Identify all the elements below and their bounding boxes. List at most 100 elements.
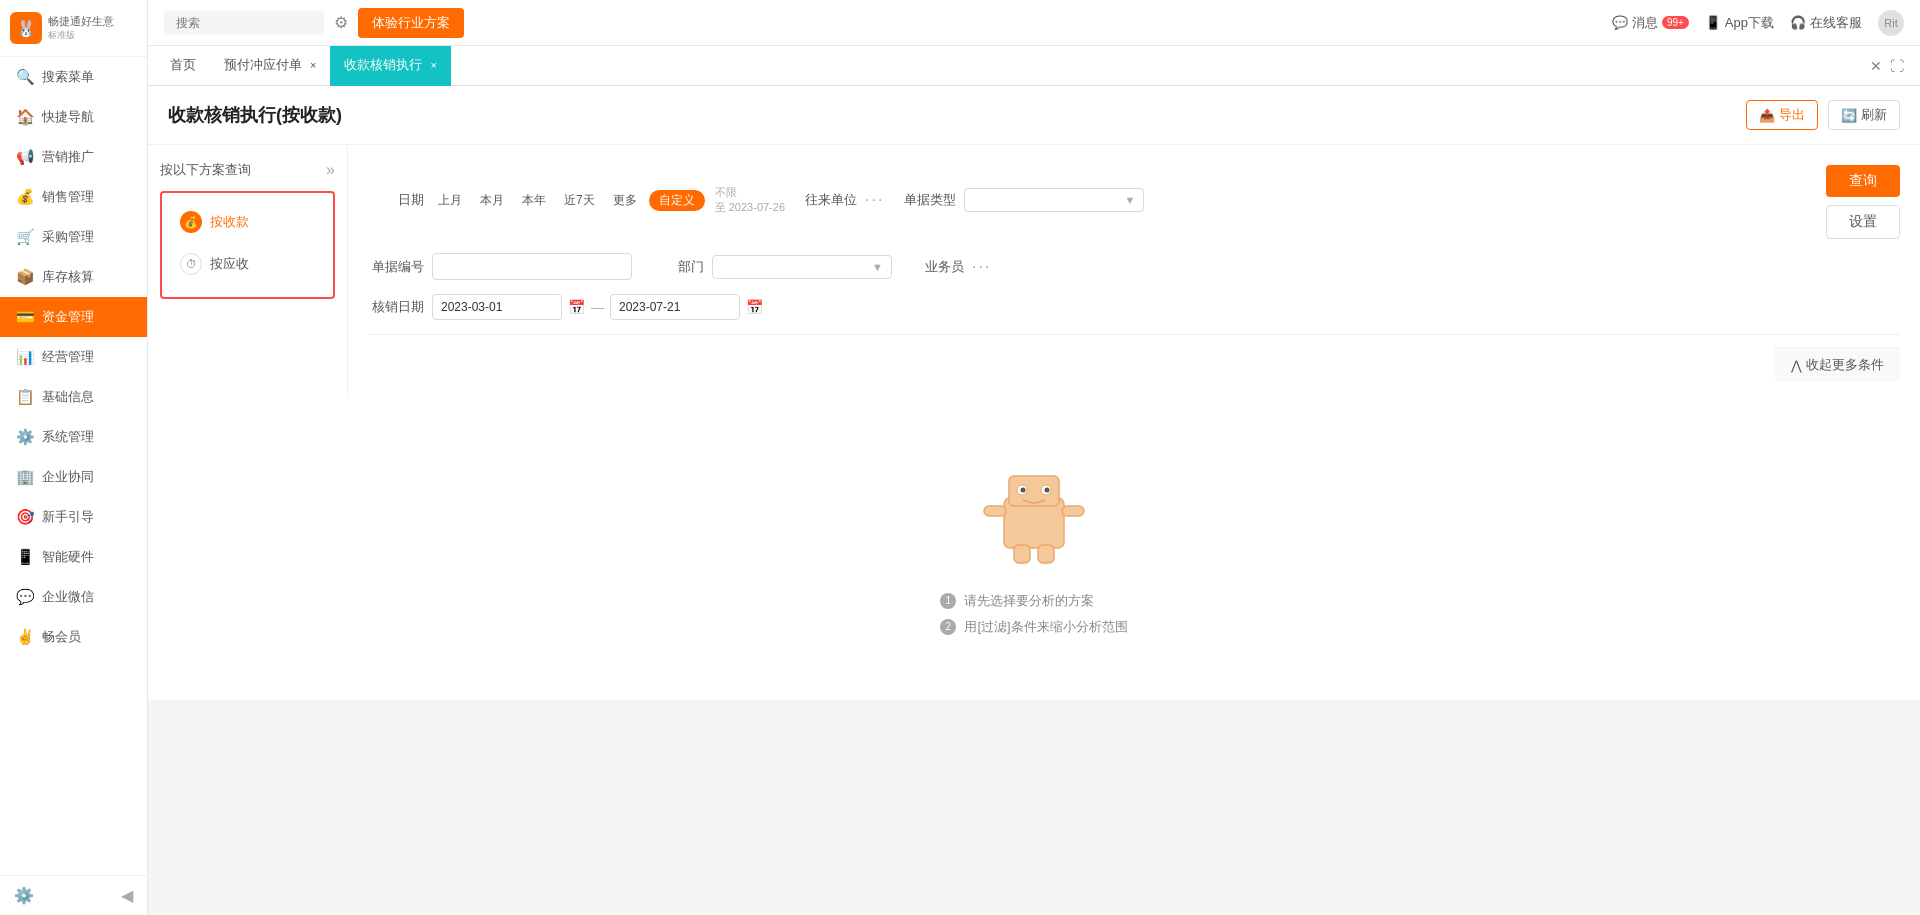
sidebar-item-inventory[interactable]: 📦 库存核算 [0, 257, 147, 297]
verify-date-field: 核销日期 📅 — 📅 [368, 294, 763, 320]
tab-prepay-close-icon[interactable]: × [310, 59, 316, 71]
maximize-window-icon[interactable]: ⛶ [1890, 58, 1904, 74]
date-shortcut-this-month[interactable]: 本月 [474, 190, 510, 211]
sidebar-item-system[interactable]: ⚙️ 系统管理 [0, 417, 147, 457]
app-download-button[interactable]: 📱 App下载 [1705, 14, 1774, 32]
online-service-button[interactable]: 🎧 在线客服 [1790, 14, 1862, 32]
sidebar-item-basic[interactable]: 📋 基础信息 [0, 377, 147, 417]
sidebar-item-enterprise[interactable]: 🏢 企业协同 [0, 457, 147, 497]
page-inner: 收款核销执行(按收款) 📤 导出 🔄 刷新 按以 [148, 86, 1920, 700]
sidebar-item-wechat[interactable]: 💬 企业微信 [0, 577, 147, 617]
collapse-more-icon: ⋀ [1791, 358, 1802, 373]
sidebar-item-marketing[interactable]: 📢 营销推广 [0, 137, 147, 177]
hint-text-1: 请先选择要分析的方案 [964, 588, 1094, 614]
tab-home[interactable]: 首页 [156, 46, 210, 86]
service-icon: 🎧 [1790, 15, 1806, 30]
system-nav-icon: ⚙️ [16, 428, 34, 446]
refresh-icon: 🔄 [1841, 108, 1857, 123]
dept-arrow-icon: ▼ [872, 261, 883, 273]
svg-point-5 [1044, 488, 1049, 493]
sidebar-item-label: 企业协同 [42, 468, 94, 486]
hint-text-2: 用[过滤]条件来缩小分析范围 [964, 614, 1127, 640]
purchase-nav-icon: 🛒 [16, 228, 34, 246]
tab-prepay-label: 预付冲应付单 [224, 56, 302, 74]
verify-date-start-input[interactable] [432, 294, 562, 320]
filter-option-receipt-label: 按收款 [210, 213, 249, 231]
filter-left-title: 按以下方案查询 » [160, 161, 335, 179]
hint-num-2: 2 [940, 619, 956, 635]
sidebar-item-label: 企业微信 [42, 588, 94, 606]
sidebar-item-member[interactable]: ✌️ 畅会员 [0, 617, 147, 657]
verify-date-range: 📅 — 📅 [432, 294, 763, 320]
date-shortcut-more[interactable]: 更多 [607, 190, 643, 211]
date-shortcut-custom[interactable]: 自定义 [649, 190, 705, 211]
app-download-label: App下载 [1725, 14, 1774, 32]
sidebar-item-label: 畅会员 [42, 628, 81, 646]
message-button[interactable]: 💬 消息 99+ [1612, 14, 1689, 32]
sidebar-item-label: 新手引导 [42, 508, 94, 526]
dept-select[interactable]: ▼ [712, 255, 892, 279]
date-label: 日期 [368, 191, 424, 209]
header-search [164, 11, 324, 35]
business-nav-icon: 📊 [16, 348, 34, 366]
settings-bottom-icon[interactable]: ⚙️ [14, 886, 34, 905]
sidebar-item-purchase[interactable]: 🛒 采购管理 [0, 217, 147, 257]
tab-collection-close-icon[interactable]: × [430, 59, 436, 71]
date-shortcuts: 上月 本月 本年 近7天 更多 自定义 不限 至 2023-07-26 [432, 185, 785, 215]
filter-right-form: 日期 上月 本月 本年 近7天 更多 自定义 不限 至 2023-07- [348, 145, 1920, 398]
staff-input[interactable]: ··· [972, 258, 991, 276]
sidebar-item-label: 资金管理 [42, 308, 94, 326]
refresh-label: 刷新 [1861, 106, 1887, 124]
user-profile-button[interactable]: Rit [1878, 10, 1904, 36]
sidebar-item-guide[interactable]: 🎯 新手引导 [0, 497, 147, 537]
filter-scheme-box: 💰 按收款 ⏱ 按应收 [160, 191, 335, 299]
close-window-icon[interactable]: ✕ [1870, 58, 1882, 74]
staff-field: 业务员 ··· [908, 258, 991, 276]
staff-label: 业务员 [908, 258, 964, 276]
verify-date-start-calendar-icon[interactable]: 📅 [568, 299, 585, 315]
date-shortcut-last-month[interactable]: 上月 [432, 190, 468, 211]
export-label: 导出 [1779, 106, 1805, 124]
header-search-input[interactable] [164, 11, 324, 35]
tab-home-label: 首页 [170, 56, 196, 74]
app-download-icon: 📱 [1705, 15, 1721, 30]
solution-button[interactable]: 体验行业方案 [358, 8, 464, 38]
filter-option-by-receivable[interactable]: ⏱ 按应收 [170, 245, 325, 283]
sidebar-item-search[interactable]: 🔍 搜索菜单 [0, 57, 147, 97]
sidebar-item-sales[interactable]: 💰 销售管理 [0, 177, 147, 217]
collapse-sidebar-icon[interactable]: ◀ [121, 886, 133, 905]
sidebar-item-label: 销售管理 [42, 188, 94, 206]
sidebar-item-shortcuts[interactable]: 🏠 快捷导航 [0, 97, 147, 137]
filter-panel-collapse-icon[interactable]: » [326, 161, 335, 179]
date-shortcut-7days[interactable]: 近7天 [558, 190, 601, 211]
query-button[interactable]: 查询 [1826, 165, 1900, 197]
filter-row-1: 日期 上月 本月 本年 近7天 更多 自定义 不限 至 2023-07- [368, 161, 1900, 239]
tabs-bar: 首页 预付冲应付单 × 收款核销执行 × ✕ ⛶ [148, 46, 1920, 86]
tab-collection[interactable]: 收款核销执行 × [330, 46, 450, 86]
date-shortcut-this-year[interactable]: 本年 [516, 190, 552, 211]
verify-date-end-calendar-icon[interactable]: 📅 [746, 299, 763, 315]
doc-type-select[interactable]: ▼ [964, 188, 1144, 212]
sidebar-item-label: 营销推广 [42, 148, 94, 166]
tab-prepay[interactable]: 预付冲应付单 × [210, 46, 330, 86]
tab-collection-label: 收款核销执行 [344, 56, 422, 74]
sidebar-item-hardware[interactable]: 📱 智能硬件 [0, 537, 147, 577]
customer-label: 往来单位 [801, 191, 857, 209]
export-button[interactable]: 📤 导出 [1746, 100, 1818, 130]
sidebar-item-label: 系统管理 [42, 428, 94, 446]
verify-date-end-input[interactable] [610, 294, 740, 320]
settings-gear-icon[interactable]: ⚙ [334, 13, 348, 32]
doc-no-input[interactable] [432, 253, 632, 280]
hint-num-1: 1 [940, 593, 956, 609]
settings-button[interactable]: 设置 [1826, 205, 1900, 239]
refresh-button[interactable]: 🔄 刷新 [1828, 100, 1900, 130]
collapse-more-btn[interactable]: ⋀ 收起更多条件 [1775, 347, 1900, 382]
filter-option-by-receipt[interactable]: 💰 按收款 [170, 203, 325, 241]
sidebar-item-finance[interactable]: 💳 资金管理 [0, 297, 147, 337]
user-avatar: Rit [1878, 10, 1904, 36]
sidebar-item-business[interactable]: 📊 经营管理 [0, 337, 147, 377]
page-title: 收款核销执行(按收款) [168, 103, 342, 141]
page-content: 收款核销执行(按收款) 📤 导出 🔄 刷新 按以 [148, 86, 1920, 915]
hardware-nav-icon: 📱 [16, 548, 34, 566]
customer-input[interactable]: ··· [865, 191, 884, 209]
